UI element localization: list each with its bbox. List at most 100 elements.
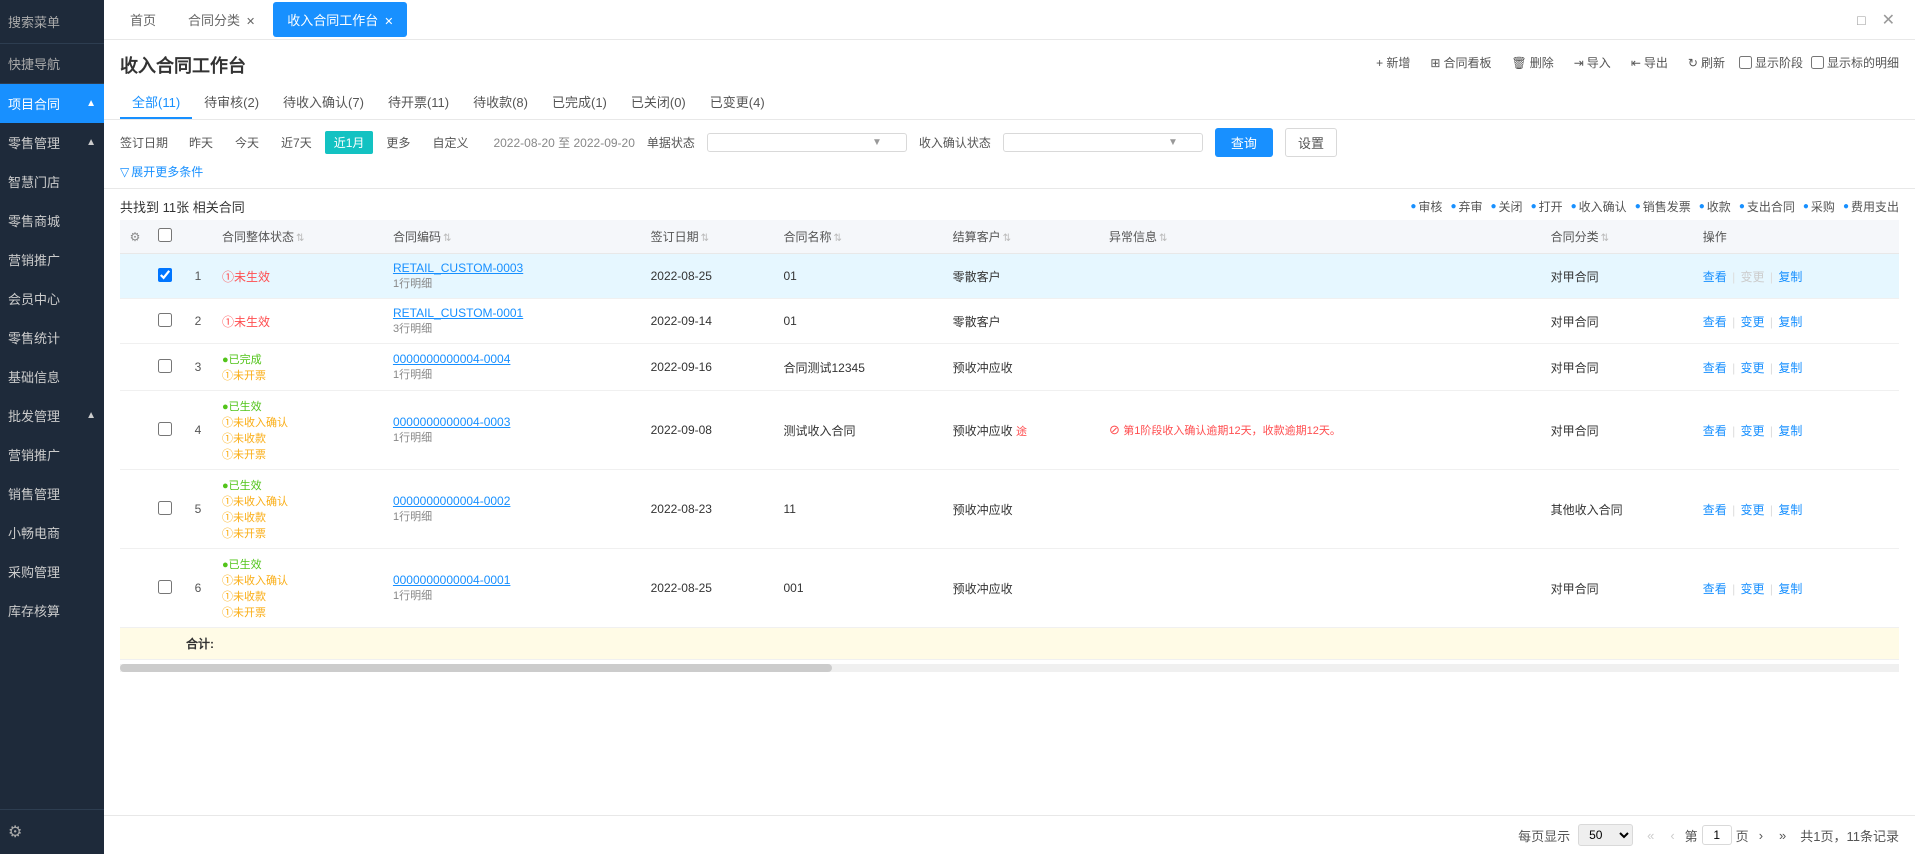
contract-code-link[interactable]: 0000000000004-0004 — [393, 352, 510, 366]
edit-btn[interactable]: 变更 — [1741, 361, 1765, 375]
sort-icon-name[interactable]: ⇅ — [834, 233, 842, 244]
view-btn[interactable]: 查看 — [1703, 424, 1727, 438]
action-btn-income_confirm[interactable]: ●收入确认 — [1571, 198, 1627, 215]
income-confirm-select[interactable]: ▼ — [1003, 133, 1203, 152]
sort-icon-status[interactable]: ⇅ — [296, 233, 304, 244]
action-btn-sales_invoice[interactable]: ●销售发票 — [1635, 198, 1691, 215]
view-btn[interactable]: 查看 — [1703, 361, 1727, 375]
show-stages-checkbox[interactable]: 显示阶段 — [1739, 54, 1803, 71]
date-btn-more[interactable]: 更多 — [377, 131, 419, 154]
sidebar-item-wholesale[interactable]: 批发管理▲ — [0, 396, 104, 435]
row-checkbox[interactable] — [158, 422, 172, 436]
sidebar-item-marketing2[interactable]: 营销推广 — [0, 435, 104, 474]
contract-code-link[interactable]: 0000000000004-0002 — [393, 494, 510, 508]
sidebar-item-smart_store[interactable]: 智慧门店 — [0, 162, 104, 201]
prev-page-btn[interactable]: ‹ — [1664, 826, 1680, 845]
gear-icon[interactable]: ⚙ — [8, 822, 96, 842]
sidebar-item-marketing[interactable]: 营销推广 — [0, 240, 104, 279]
view-btn[interactable]: 查看 — [1703, 315, 1727, 329]
filter-tab-pending_review[interactable]: 待审核(2) — [192, 86, 271, 119]
sort-icon-date[interactable]: ⇅ — [701, 233, 709, 244]
edit-btn[interactable]: 变更 — [1741, 503, 1765, 517]
filter-tab-closed[interactable]: 已关闭(0) — [619, 86, 698, 119]
action-btn-payment[interactable]: ●支出合同 — [1739, 198, 1795, 215]
expand-conditions-btn[interactable]: ▽ 展开更多条件 — [120, 163, 1899, 180]
action-btn-review[interactable]: ●审核 — [1410, 198, 1442, 215]
add-button[interactable]: + 新增 — [1370, 52, 1416, 73]
page-size-select[interactable]: 102050100 — [1578, 824, 1633, 846]
sort-icon-code[interactable]: ⇅ — [443, 233, 451, 244]
select-all-checkbox[interactable] — [158, 228, 172, 242]
date-btn-custom[interactable]: 自定义 — [423, 131, 477, 154]
filter-tab-pending_invoice[interactable]: 待开票(11) — [376, 86, 461, 119]
sidebar-search[interactable]: 搜索菜单 — [0, 0, 104, 44]
sidebar-item-sales[interactable]: 销售管理 — [0, 474, 104, 513]
action-btn-receive[interactable]: ●收款 — [1699, 198, 1731, 215]
date-btn-today[interactable]: 今天 — [226, 131, 268, 154]
contract-code-link[interactable]: RETAIL_CUSTOM-0003 — [393, 261, 523, 275]
horizontal-scrollbar[interactable] — [120, 664, 1899, 672]
copy-btn[interactable]: 复制 — [1778, 270, 1802, 284]
row-checkbox[interactable] — [158, 359, 172, 373]
sidebar-item-retail_mall[interactable]: 零售商城 — [0, 201, 104, 240]
tab-close-icon[interactable]: ✕ — [384, 16, 393, 28]
sort-icon-exception[interactable]: ⇅ — [1159, 233, 1167, 244]
tab-home[interactable]: 首页 — [116, 2, 170, 37]
filter-tab-changed[interactable]: 已变更(4) — [698, 86, 777, 119]
date-btn-last1m[interactable]: 近1月 — [325, 131, 374, 154]
doc-status-select[interactable]: ▼ — [707, 133, 907, 152]
maximize-btn[interactable]: □ — [1853, 12, 1869, 28]
sidebar-item-purchase[interactable]: 采购管理 — [0, 552, 104, 591]
show-details-checkbox[interactable]: 显示标的明细 — [1811, 54, 1899, 71]
contract-code-link[interactable]: 0000000000004-0001 — [393, 573, 510, 587]
date-btn-yesterday[interactable]: 昨天 — [180, 131, 222, 154]
filter-tab-pending_receive[interactable]: 待收款(8) — [461, 86, 540, 119]
sidebar-item-inventory[interactable]: 库存核算 — [0, 591, 104, 630]
query-button[interactable]: 查询 — [1215, 128, 1273, 157]
copy-btn[interactable]: 复制 — [1778, 315, 1802, 329]
sort-icon-customer[interactable]: ⇅ — [1003, 233, 1011, 244]
th-settings[interactable]: ⚙ — [120, 220, 150, 254]
tab-contract_class[interactable]: 合同分类✕ — [174, 2, 269, 37]
action-btn-expense[interactable]: ●费用支出 — [1843, 198, 1899, 215]
filter-tab-done[interactable]: 已完成(1) — [540, 86, 619, 119]
next-page-btn[interactable]: › — [1753, 826, 1769, 845]
sidebar-item-retail[interactable]: 零售管理▲ — [0, 123, 104, 162]
export-button[interactable]: ⇤ 导出 — [1625, 52, 1674, 73]
setting-button[interactable]: 设置 — [1285, 128, 1337, 157]
import-button[interactable]: ⇥ 导入 — [1568, 52, 1617, 73]
view-btn[interactable]: 查看 — [1703, 270, 1727, 284]
copy-btn[interactable]: 复制 — [1778, 503, 1802, 517]
sort-icon-category[interactable]: ⇅ — [1601, 233, 1609, 244]
row-checkbox[interactable] — [158, 580, 172, 594]
edit-btn[interactable]: 变更 — [1741, 582, 1765, 596]
edit-btn[interactable]: 变更 — [1741, 424, 1765, 438]
tab-income_contract[interactable]: 收入合同工作台✕ — [273, 2, 407, 37]
row-checkbox[interactable] — [158, 501, 172, 515]
copy-btn[interactable]: 复制 — [1778, 424, 1802, 438]
sidebar-item-project[interactable]: 项目合同▲ — [0, 84, 104, 123]
view-btn[interactable]: 查看 — [1703, 503, 1727, 517]
sidebar-item-member[interactable]: 会员中心 — [0, 279, 104, 318]
sidebar-item-retail_stats[interactable]: 零售统计 — [0, 318, 104, 357]
delete-button[interactable]: 🗑 删除 — [1505, 52, 1559, 73]
sidebar-nav[interactable]: 快捷导航 — [0, 44, 104, 84]
action-btn-abandon[interactable]: ●弃审 — [1450, 198, 1482, 215]
tab-close-icon[interactable]: ✕ — [246, 16, 255, 28]
action-btn-purchase[interactable]: ●采购 — [1803, 198, 1835, 215]
row-checkbox[interactable] — [158, 268, 172, 282]
refresh-button[interactable]: ↻ 刷新 — [1682, 52, 1731, 73]
first-page-btn[interactable]: « — [1641, 826, 1660, 845]
edit-btn[interactable]: 变更 — [1741, 270, 1765, 284]
scrollbar-thumb[interactable] — [120, 664, 832, 672]
view-btn[interactable]: 查看 — [1703, 582, 1727, 596]
copy-btn[interactable]: 复制 — [1778, 582, 1802, 596]
contract-code-link[interactable]: RETAIL_CUSTOM-0001 — [393, 306, 523, 320]
sidebar-item-basic[interactable]: 基础信息 — [0, 357, 104, 396]
contract-board-button[interactable]: ⊞ 合同看板 — [1424, 52, 1497, 73]
edit-btn[interactable]: 变更 — [1741, 315, 1765, 329]
close-window-btn[interactable]: ✕ — [1874, 10, 1903, 30]
filter-tab-pending_confirm[interactable]: 待收入确认(7) — [271, 86, 376, 119]
sidebar-item-ecomm[interactable]: 小畅电商 — [0, 513, 104, 552]
date-btn-last7[interactable]: 近7天 — [272, 131, 321, 154]
